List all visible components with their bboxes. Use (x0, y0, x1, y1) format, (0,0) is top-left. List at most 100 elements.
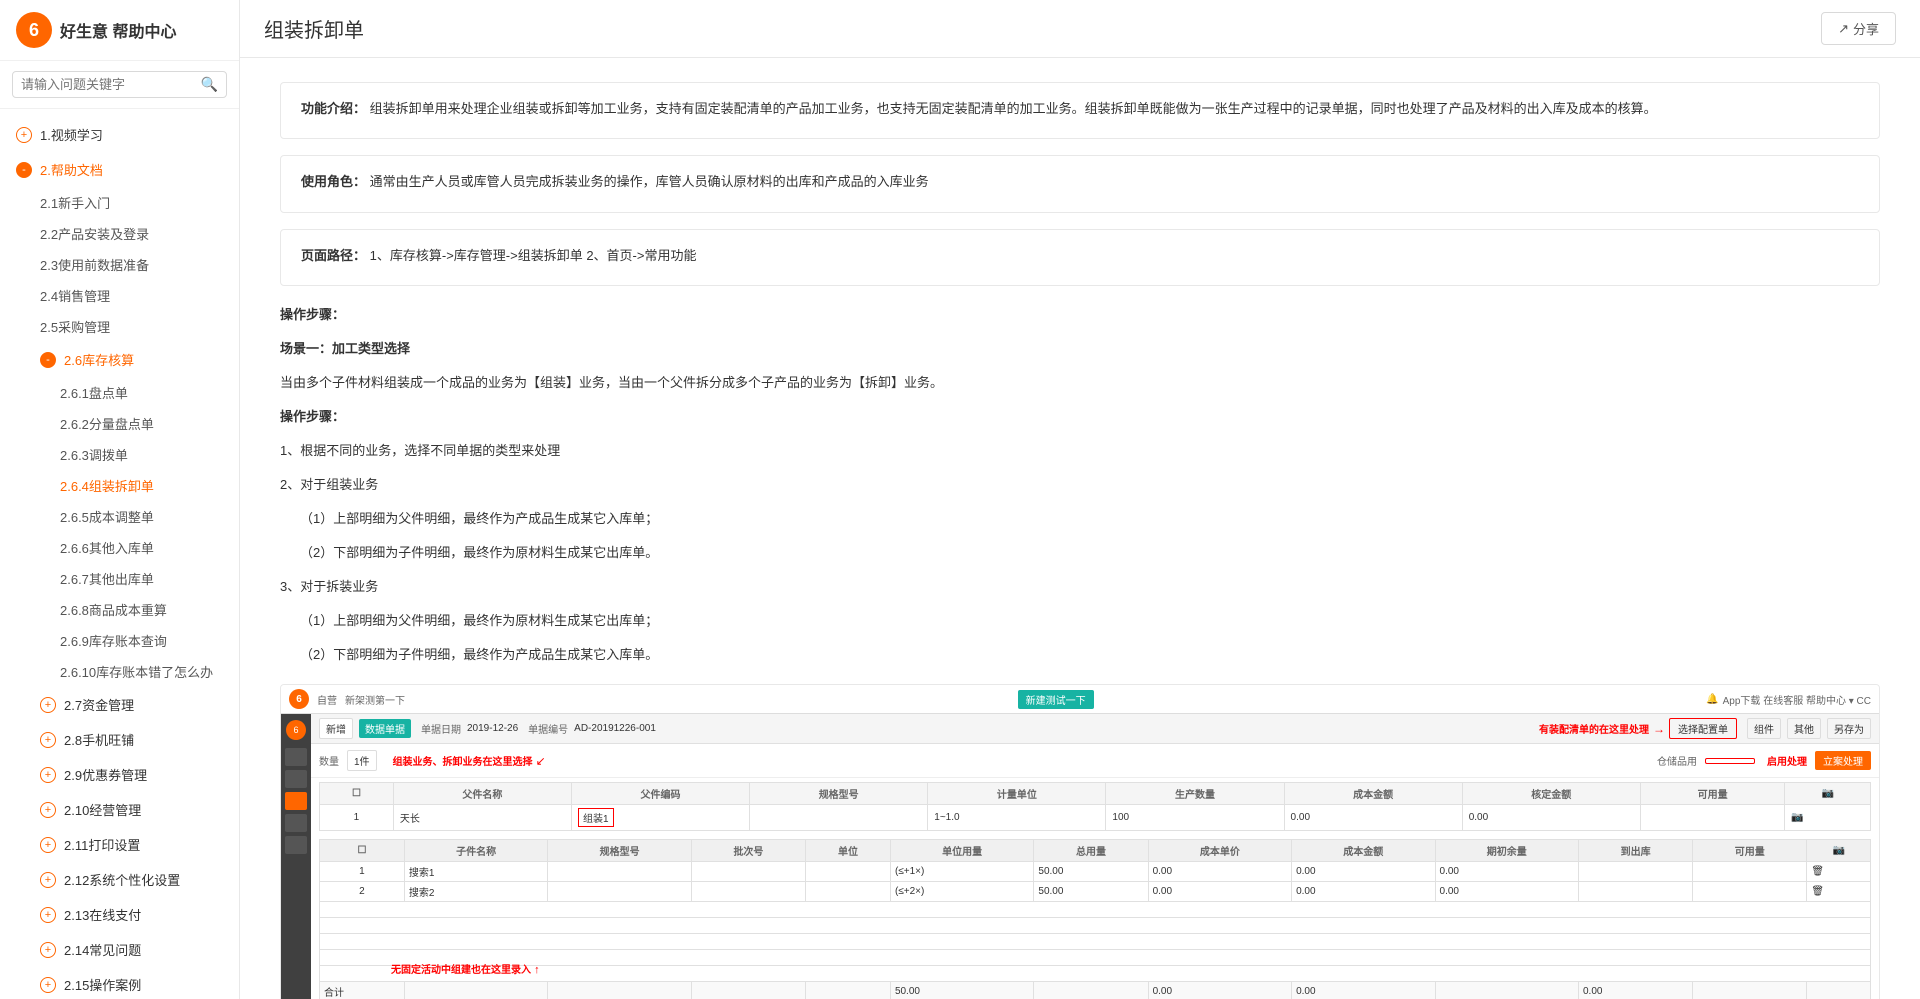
mock-lr1-unitqty: (≤+1×) (890, 862, 1033, 882)
sidebar-item-2-13[interactable]: + 2.13在线支付 (40, 897, 239, 932)
sidebar-item-2-3[interactable]: 2.3使用前数据准备 (40, 249, 239, 280)
mock-upper-table-area: ☐ 父件名称 父件编码 规格型号 计量单位 生产数量 成本金额 核定金额 可用量 (311, 778, 1879, 835)
expand-icon-2-9: + (40, 767, 56, 783)
sidebar-item-2-8[interactable]: + 2.8手机旺铺 (40, 722, 239, 757)
sidebar-item-2-7[interactable]: + 2.7资金管理 (40, 687, 239, 722)
sidebar-item-2-6-2[interactable]: 2.6.2分量盘点单 (60, 408, 239, 439)
mock-screenshot: 6 自营 新架测第一下 新建测试一下 🔔 App下载 在线客服 帮助中心 ▾ C… (281, 685, 1879, 999)
mock-lf-4 (691, 982, 805, 999)
sidebar-label-2-12: 2.12系统个性化设置 (64, 870, 180, 889)
mock-form-area: 数量 1件 组装业务、拆卸业务在这里选择 ↙ 仓储品用 (311, 744, 1879, 778)
mock-annotation4-area: 无固定活动中组建也在这里录入 ↑ (391, 961, 540, 976)
steps-title: 操作步骤： (280, 302, 1880, 328)
mock-lf-5 (806, 982, 891, 999)
mock-annotation2-area: 组装业务、拆卸业务在这里选择 ↙ (393, 753, 546, 768)
mock-lr2-avail (1693, 882, 1807, 902)
mock-main: 新增 数据单据 单据日期 2019-12-26 单据编号 AD-20191226… (311, 714, 1879, 999)
sidebar-item-2-14[interactable]: + 2.14常见问题 (40, 932, 239, 967)
mock-lr2-act: 🗑 (1807, 882, 1871, 902)
sidebar-item-2-6-8[interactable]: 2.6.8商品成本重算 (60, 594, 239, 625)
collapse-icon-2: - (16, 162, 32, 178)
sidebar-item-2-6-7[interactable]: 2.6.7其他出库单 (60, 563, 239, 594)
mock-btn-new[interactable]: 新建测试一下 (1018, 690, 1094, 709)
mock-sidebar-icon-active (285, 792, 307, 810)
mock-upper-thead: ☐ 父件名称 父件编码 规格型号 计量单位 生产数量 成本金额 核定金额 可用量 (320, 783, 1871, 805)
mock-lh-11: 可用量 (1693, 840, 1807, 862)
mock-lr2-unitqty: (≤+2×) (890, 882, 1033, 902)
content-area: 功能介绍： 组装拆卸单用来处理企业组装或拆卸等加工业务，支持有固定装配清单的产品… (240, 58, 1920, 999)
mock-apply-btn[interactable]: 立案处理 (1815, 751, 1871, 770)
mock-lower-row-7 (320, 966, 1871, 982)
mock-annotation2-label: 组装业务、拆卸业务在这里选择 (393, 757, 533, 768)
sidebar-item-2-6-6[interactable]: 2.6.6其他入库单 (60, 532, 239, 563)
mock-btn-other[interactable]: 其他 (1787, 718, 1821, 739)
mock-annotation4-label: 无固定活动中组建也在这里录入 (391, 965, 531, 976)
mock-lr1-act: 🗑 (1807, 862, 1871, 882)
mock-btn-saveas[interactable]: 另存为 (1827, 718, 1871, 739)
sidebar-item-2-6-1[interactable]: 2.6.1盘点单 (60, 377, 239, 408)
step2: 2、对于组装业务 (280, 472, 1880, 498)
sidebar-item-2-5[interactable]: 2.5采购管理 (40, 311, 239, 342)
mock-uh-8: 可用量 (1640, 783, 1785, 805)
sidebar-item-2-1[interactable]: 2.1新手入门 (40, 187, 239, 218)
share-button[interactable]: ↗ 分享 (1821, 12, 1896, 45)
steps-section: 操作步骤： 场景一：加工类型选择 当由多个子件材料组装成一个成品的业务为【组装】… (280, 302, 1880, 668)
expand-icon-2-15: + (40, 977, 56, 993)
sidebar-item-2-12[interactable]: + 2.12系统个性化设置 (40, 862, 239, 897)
sidebar-item-2-2[interactable]: 2.2产品安装及登录 (40, 218, 239, 249)
sidebar-label-2-15: 2.15操作案例 (64, 975, 141, 994)
mock-ur1-spec (750, 805, 928, 831)
sidebar-item-2-6-3[interactable]: 2.6.3调拨单 (60, 439, 239, 470)
mock-uh-7: 核定金额 (1462, 783, 1640, 805)
mock-lr2-costamt: 0.00 (1292, 882, 1435, 902)
expand-icon-2-13: + (40, 907, 56, 923)
mock-lr1-spec (548, 862, 691, 882)
step2-sub2: （2）下部明细为子件明细，最终作为原材料生成某它出库单。 (280, 540, 1880, 566)
mock-lower-row-3 (320, 902, 1871, 918)
sidebar-item-2-6-5[interactable]: 2.6.5成本调整单 (60, 501, 239, 532)
sidebar-item-2-11[interactable]: + 2.11打印设置 (40, 827, 239, 862)
mock-lh-5: 单位用量 (890, 840, 1033, 862)
search-input[interactable] (21, 77, 201, 92)
mock-tab-list[interactable]: 数据单据 (359, 719, 411, 738)
sidebar-item-2-6-10[interactable]: 2.6.10库存账本错了怎么办 (60, 656, 239, 687)
mock-lr1-batch (691, 862, 805, 882)
mock-lr1-outqty (1579, 862, 1693, 882)
mock-ur1-name: 天长 (393, 805, 571, 831)
intro1-text: 功能介绍： 组装拆卸单用来处理企业组装或拆卸等加工业务，支持有固定装配清单的产品… (301, 97, 1859, 120)
mock-bill-label: 单据编号 (528, 721, 568, 736)
mock-lh-7: 成本单价 (1148, 840, 1291, 862)
step3: 3、对于拆装业务 (280, 574, 1880, 600)
mock-sidebar-logo: 6 (286, 720, 306, 740)
mock-annotation1-arrow: → (1653, 722, 1665, 736)
mock-lower-row-4 (320, 918, 1871, 934)
sidebar-item-2-9[interactable]: + 2.9优惠券管理 (40, 757, 239, 792)
mock-left-sidebar: 6 (281, 714, 311, 999)
sidebar-item-2-6-4[interactable]: 2.6.4组装拆卸单 (60, 470, 239, 501)
search-icon[interactable]: 🔍 (201, 76, 218, 93)
search-area: 🔍 (0, 61, 239, 109)
mock-lh-6: 总用量 (1034, 840, 1148, 862)
sidebar-item-2-6[interactable]: - 2.6库存核算 (40, 342, 239, 377)
mock-tab-new[interactable]: 新增 (319, 718, 353, 739)
sidebar-item-2-10[interactable]: + 2.10经营管理 (40, 792, 239, 827)
mock-warehouse-input[interactable] (1705, 758, 1755, 764)
mock-lh-check: ☐ (320, 840, 405, 862)
mock-btn-comp[interactable]: 组件 (1747, 718, 1781, 739)
mock-lr2-costunit: 0.00 (1148, 882, 1291, 902)
search-box: 🔍 (12, 71, 227, 98)
mock-ur1-approved: 0.00 (1462, 805, 1640, 831)
sidebar: 6 好生意 帮助中心 🔍 + 1.视频学习 - 2.帮助文档 2.1新手入门 2… (0, 0, 240, 999)
sidebar-item-2[interactable]: - 2.帮助文档 (0, 152, 239, 187)
sidebar-item-2-6-9[interactable]: 2.6.9库存账本查询 (60, 625, 239, 656)
intro-block-3: 页面路径： 1、库存核算->库存管理->组装拆卸单 2、首页->常用功能 (280, 229, 1880, 286)
sidebar-item-2-15[interactable]: + 2.15操作案例 (40, 967, 239, 999)
mock-ur1-check: 1 (320, 805, 394, 831)
mock-select-btn[interactable]: 选择配置单 (1669, 718, 1737, 739)
mock-annotation4-arrow: ↑ (534, 964, 540, 976)
sidebar-item-1[interactable]: + 1.视频学习 (0, 117, 239, 152)
mock-lr1-unit (806, 862, 891, 882)
mock-lr1-costunit: 0.00 (1148, 862, 1291, 882)
sidebar-item-2-4[interactable]: 2.4销售管理 (40, 280, 239, 311)
mock-lr2-batch (691, 882, 805, 902)
